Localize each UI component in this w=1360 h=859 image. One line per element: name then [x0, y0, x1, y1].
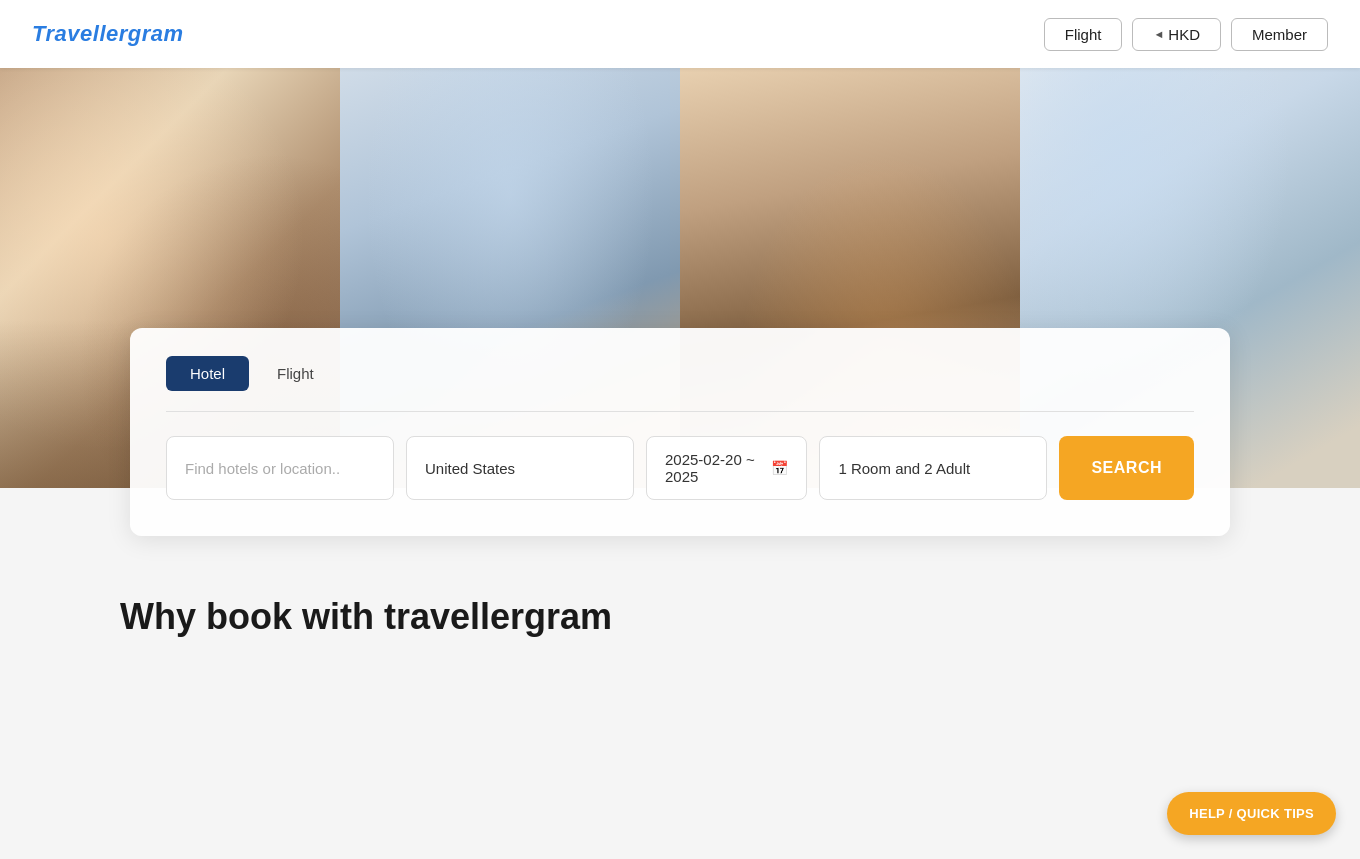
bottom-section: Why book with travellergram: [0, 536, 1360, 686]
location-input[interactable]: [166, 436, 394, 500]
tab-hotel[interactable]: Hotel: [166, 356, 249, 391]
header-nav: Flight ◄ HKD Member: [1044, 18, 1328, 51]
search-tabs: Hotel Flight: [166, 356, 1194, 391]
bottom-title: Why book with travellergram: [120, 596, 1240, 638]
search-panel: Hotel Flight 2025-02-20 ~ 2025 📅 SEARCH: [130, 328, 1230, 536]
tab-flight[interactable]: Flight: [253, 356, 338, 391]
search-row: 2025-02-20 ~ 2025 📅 SEARCH: [166, 436, 1194, 500]
member-button[interactable]: Member: [1231, 18, 1328, 51]
currency-button[interactable]: ◄ HKD: [1132, 18, 1221, 51]
header: Travellergram Flight ◄ HKD Member: [0, 0, 1360, 68]
tab-divider: [166, 411, 1194, 412]
rooms-input[interactable]: [819, 436, 1047, 500]
currency-label: HKD: [1168, 26, 1200, 43]
dates-value: 2025-02-20 ~ 2025: [665, 451, 759, 485]
calendar-icon: 📅: [771, 460, 788, 476]
logo: Travellergram: [32, 21, 184, 47]
currency-arrow-icon: ◄: [1153, 28, 1164, 40]
search-button[interactable]: SEARCH: [1059, 436, 1194, 500]
country-input[interactable]: [406, 436, 634, 500]
flight-button[interactable]: Flight: [1044, 18, 1123, 51]
dates-field[interactable]: 2025-02-20 ~ 2025 📅: [646, 436, 807, 500]
